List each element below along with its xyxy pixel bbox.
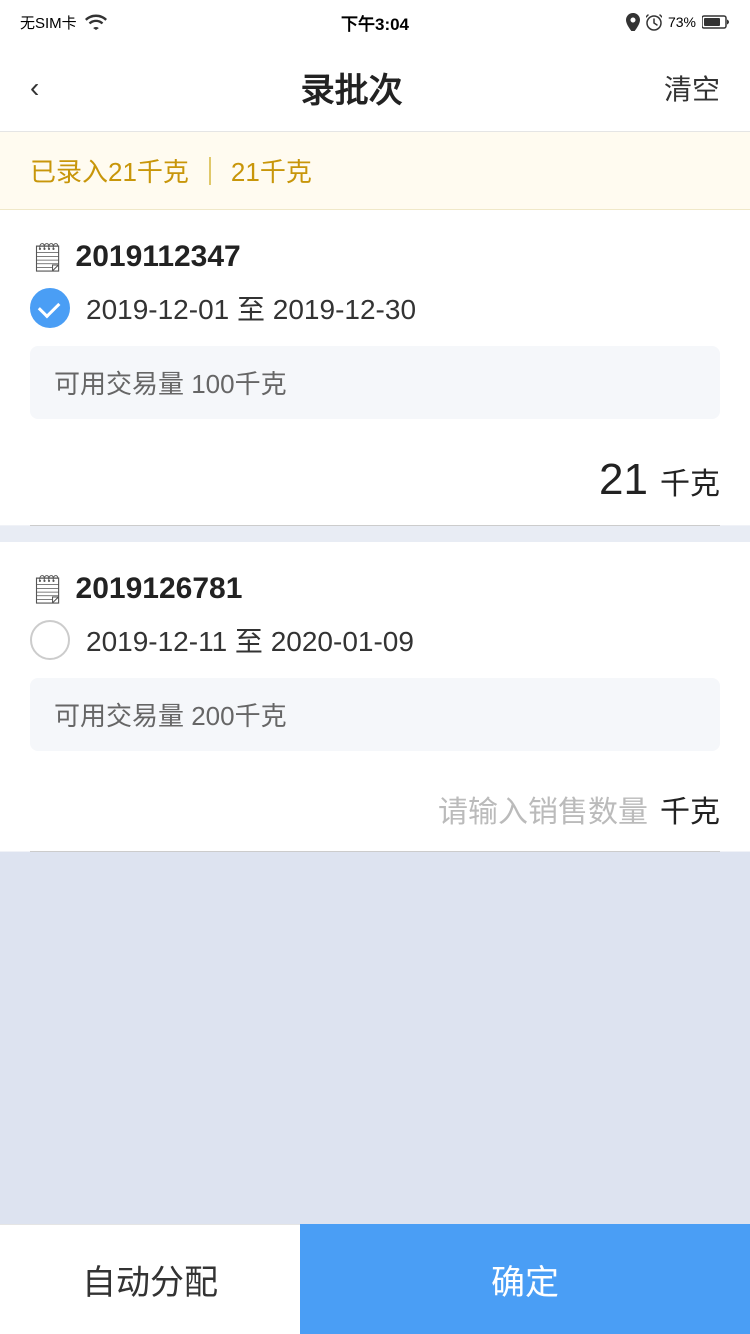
nav-bar: ‹ 录批次 清空: [0, 44, 750, 132]
amount-row-1: 21 千克: [0, 439, 750, 525]
battery-icon: [702, 15, 730, 29]
input-row-2[interactable]: 请输入销售数量 千克: [0, 771, 750, 851]
batch-date-row-1[interactable]: 2019-12-01 至 2019-12-30: [30, 288, 720, 328]
section-divider: [0, 526, 750, 542]
gray-area: [0, 852, 750, 1272]
input-unit-2: 千克: [660, 787, 720, 831]
back-button[interactable]: ‹: [30, 72, 39, 104]
available-row-1: 可用交易量 100千克: [30, 346, 720, 419]
batch-id-row-1: 🗒 2019112347: [30, 240, 720, 274]
batch-date-text-1: 2019-12-01 至 2019-12-30: [86, 288, 416, 328]
available-text-2: 可用交易量 200千克: [54, 701, 287, 731]
batch-card-1: 🗒 2019112347 2019-12-01 至 2019-12-30 可用交…: [0, 210, 750, 439]
recorded-label: 已录入21千克: [30, 152, 189, 189]
info-banner: 已录入21千克 21千克: [0, 132, 750, 210]
radio-button-1[interactable]: [30, 288, 70, 328]
batch-id-row-2: 🗒 2019126781: [30, 572, 720, 606]
available-text-1: 可用交易量 100千克: [54, 369, 287, 399]
status-right: 73%: [626, 13, 730, 31]
status-bar: 无SIM卡 下午3:04 73%: [0, 0, 750, 44]
battery-text: 73%: [668, 14, 696, 30]
batch-card-2: 🗒 2019126781 2019-12-11 至 2020-01-09 可用交…: [0, 542, 750, 771]
input-placeholder-2: 请输入销售数量: [438, 787, 648, 831]
amount-number-1: 21: [599, 455, 648, 505]
location-icon: [626, 13, 640, 31]
batch-doc-icon-1: 🗒: [30, 241, 66, 274]
batch-id-text-1: 2019112347: [76, 240, 241, 274]
available-row-2: 可用交易量 200千克: [30, 678, 720, 751]
clear-button[interactable]: 清空: [664, 68, 720, 108]
batch-id-text-2: 2019126781: [76, 572, 243, 606]
batch-date-text-2: 2019-12-11 至 2020-01-09: [86, 620, 414, 660]
batch-doc-icon-2: 🗒: [30, 573, 66, 606]
auto-distribute-button[interactable]: 自动分配: [0, 1224, 300, 1334]
wifi-icon: [85, 14, 107, 30]
status-time: 下午3:04: [341, 10, 409, 35]
alarm-icon: [646, 13, 662, 31]
radio-button-2[interactable]: [30, 620, 70, 660]
page-title: 录批次: [301, 63, 403, 112]
bottom-bar: 自动分配 确定: [0, 1224, 750, 1334]
amount-unit-1: 千克: [660, 459, 720, 503]
carrier-text: 无SIM卡: [20, 12, 77, 33]
status-left: 无SIM卡: [20, 12, 107, 33]
batch-date-row-2[interactable]: 2019-12-11 至 2020-01-09: [30, 620, 720, 660]
banner-divider: [209, 157, 211, 185]
recorded-value: 21千克: [231, 152, 312, 189]
confirm-button[interactable]: 确定: [300, 1224, 750, 1334]
